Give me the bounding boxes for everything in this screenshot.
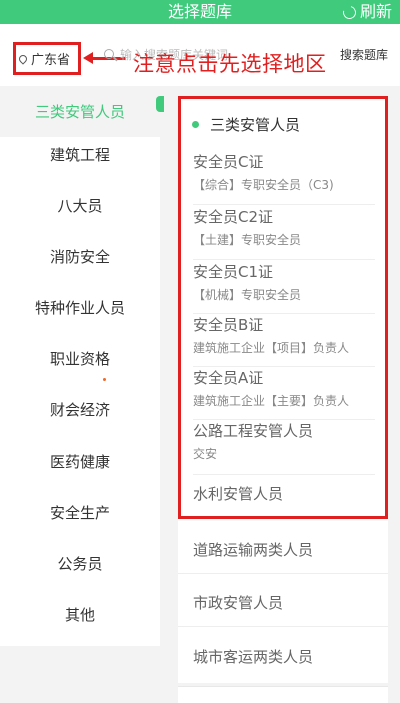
exam-list-panel: 三类安管人员 安全员C证 【综合】专职安全员（C3) 安全员C2证 【土建】专职… — [178, 96, 388, 519]
item-title: 安全员C1证 — [193, 263, 274, 281]
active-indicator — [156, 96, 164, 112]
sidebar-item-caihui[interactable]: 财会经济 — [0, 384, 160, 435]
refresh-icon — [340, 3, 359, 21]
annotation-arrow-head — [83, 52, 93, 64]
list-item[interactable]: 公路工程安管人员 交安 — [193, 421, 375, 475]
notification-dot — [103, 378, 106, 381]
sidebar-item-badayuan[interactable]: 八大员 — [0, 180, 160, 231]
item-title: 安全员A证 — [193, 369, 264, 387]
item-subtitle: 【机械】专职安全员 — [193, 288, 302, 302]
item-subtitle: 建筑施工企业【项目】负责人 — [193, 341, 350, 355]
bullet-icon — [192, 120, 199, 128]
list-item[interactable]: 安全员A证 建筑施工企业【主要】负责人 — [193, 368, 375, 420]
search-button[interactable]: 搜索题库 — [340, 46, 388, 63]
sidebar-item-gongwuyuan[interactable]: 公务员 — [0, 538, 160, 589]
list-item[interactable]: 安全员B证 建筑施工企业【项目】负责人 — [193, 315, 375, 367]
sidebar-item-xiaofang[interactable]: 消防安全 — [0, 231, 160, 282]
region-selector[interactable]: 广东省 — [13, 42, 81, 75]
list-item[interactable]: 安全员C1证 【机械】专职安全员 — [193, 262, 375, 314]
list-item-chengshi[interactable]: 城市客运两类人员 — [193, 646, 313, 667]
list-item-daolu[interactable]: 道路运输两类人员 — [193, 539, 313, 560]
divider — [178, 573, 388, 574]
app-header: 选择题库 刷新 — [0, 0, 400, 24]
refresh-label: 刷新 — [359, 2, 392, 21]
item-subtitle: 建筑施工企业【主要】负责人 — [193, 394, 350, 408]
list-item[interactable]: 安全员C2证 【土建】专职安全员 — [193, 207, 375, 260]
sidebar-item-tezhong[interactable]: 特种作业人员 — [0, 282, 160, 333]
next-card — [178, 686, 388, 703]
annotation-text: 注意点击先选择地区 — [133, 52, 327, 76]
category-sidebar: 三类安管人员 建筑工程 八大员 消防安全 特种作业人员 职业资格 财会经济 医药… — [0, 86, 160, 646]
item-title: 安全员B证 — [193, 316, 264, 334]
list-item[interactable]: 水利安管人员 — [193, 484, 375, 512]
item-subtitle: 【土建】专职安全员 — [193, 233, 302, 247]
search-icon — [104, 49, 114, 59]
list-item-shizheng[interactable]: 市政安管人员 — [193, 592, 283, 613]
item-subtitle: 交安 — [193, 447, 218, 461]
sidebar-item-qita[interactable]: 其他 — [0, 589, 160, 640]
divider — [178, 626, 388, 627]
item-title: 安全员C证 — [193, 153, 264, 171]
sidebar-item-jianzhu[interactable]: 建筑工程 — [0, 129, 160, 180]
item-title: 水利安管人员 — [193, 485, 284, 503]
item-title: 安全员C2证 — [193, 208, 274, 226]
page-title: 选择题库 — [167, 2, 232, 21]
list-item[interactable]: 安全员C证 【综合】专职安全员（C3) — [193, 152, 375, 205]
location-pin-icon — [17, 52, 29, 65]
refresh-button[interactable]: 刷新 — [340, 1, 392, 23]
item-subtitle: 【综合】专职安全员（C3) — [193, 178, 334, 192]
panel-heading: 三类安管人员 — [181, 107, 385, 141]
panel-heading-label: 三类安管人员 — [210, 115, 301, 134]
region-label: 广东省 — [31, 53, 71, 68]
sidebar-item-zhiye[interactable]: 职业资格 — [0, 333, 160, 384]
sidebar-item-yiyao[interactable]: 医药健康 — [0, 436, 160, 487]
item-title: 公路工程安管人员 — [193, 422, 314, 440]
sidebar-item-anquan[interactable]: 安全生产 — [0, 487, 160, 538]
